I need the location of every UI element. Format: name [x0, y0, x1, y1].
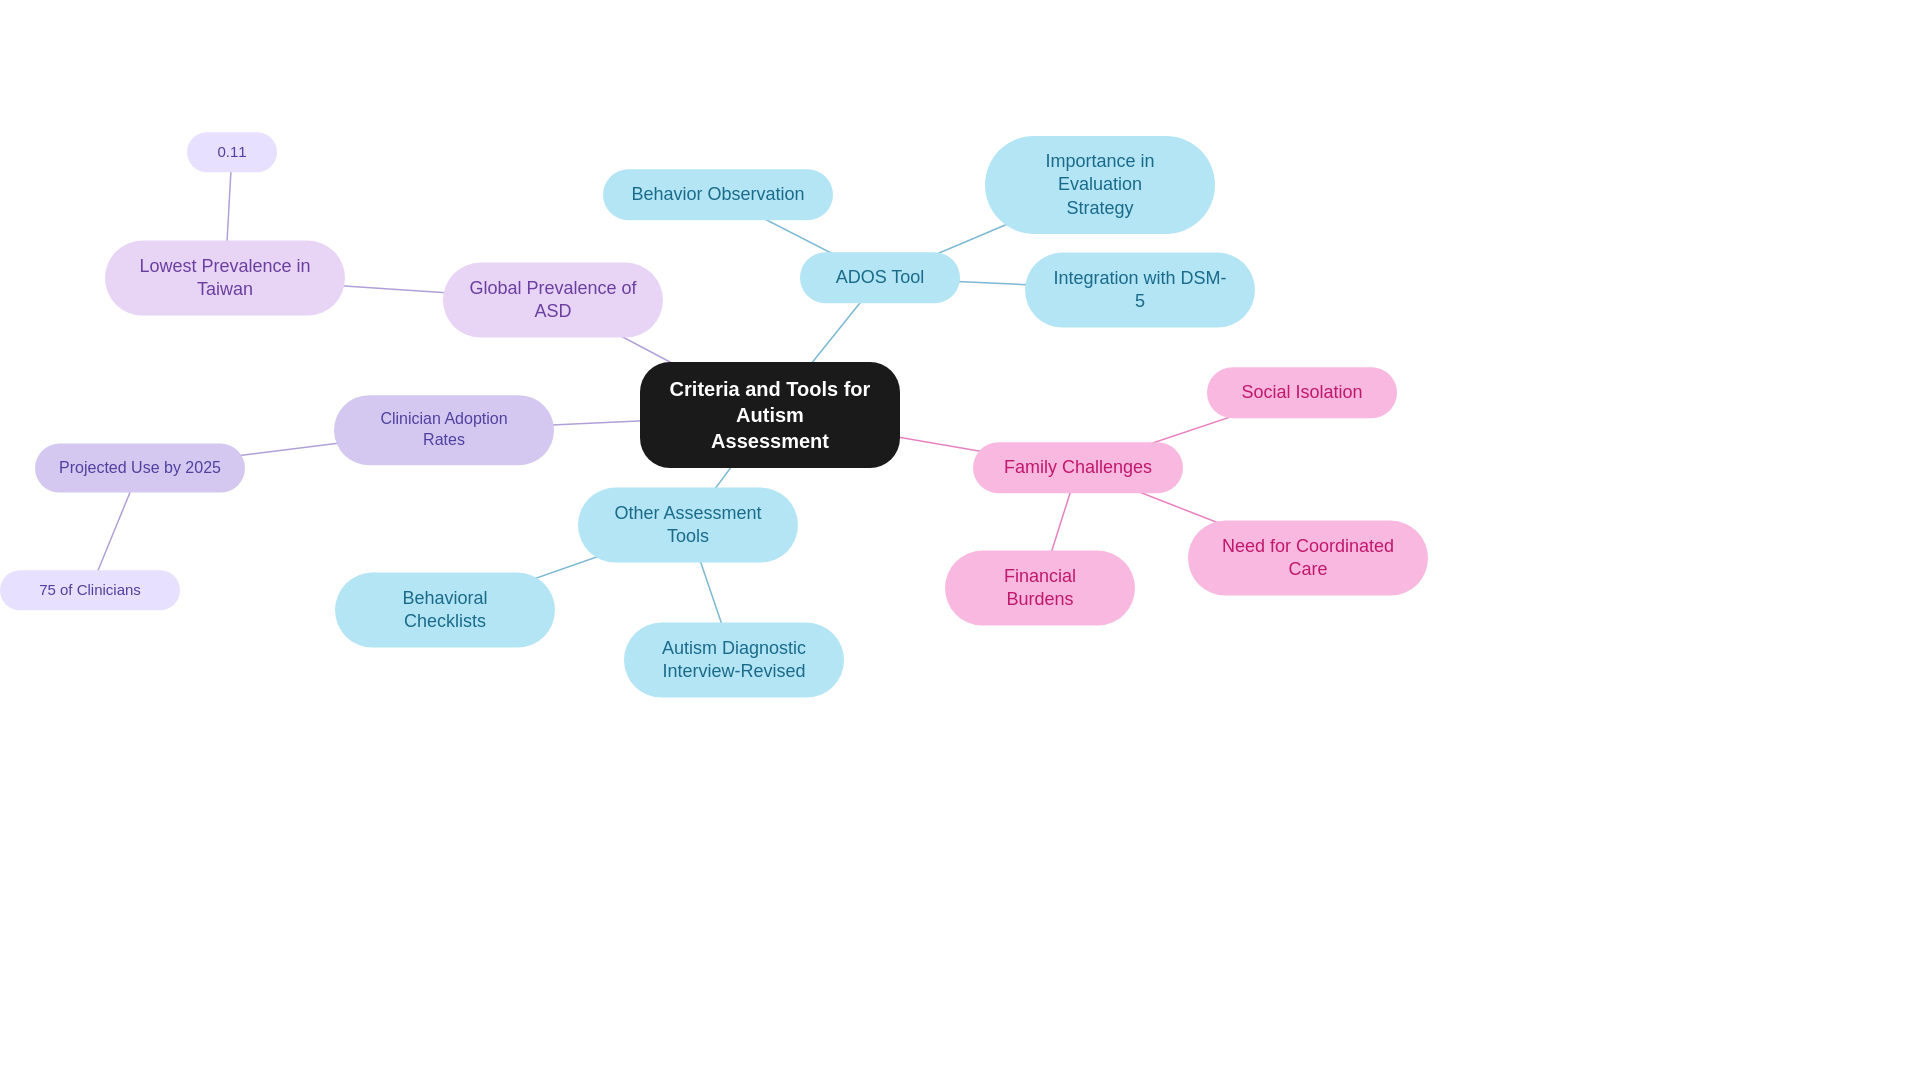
autism-diagnostic-label: Autism Diagnostic Interview-Revised [662, 637, 806, 684]
ados-tool-node[interactable]: ADOS Tool [800, 252, 960, 303]
other-assessment-node[interactable]: Other Assessment Tools [578, 488, 798, 563]
center-node[interactable]: Criteria and Tools for Autism Assessment [640, 362, 900, 468]
behavior-observation-node[interactable]: Behavior Observation [603, 169, 833, 220]
behavioral-checklists-node[interactable]: Behavioral Checklists [335, 573, 555, 648]
projected-use-label: Projected Use by 2025 [59, 458, 221, 479]
social-isolation-label: Social Isolation [1241, 381, 1362, 404]
importance-label: Importance in Evaluation Strategy [1009, 150, 1191, 220]
social-isolation-node[interactable]: Social Isolation [1207, 367, 1397, 418]
family-challenges-label: Family Challenges [1004, 456, 1152, 479]
value-011-node[interactable]: 0.11 [187, 132, 277, 172]
clinician-adoption-node[interactable]: Clinician Adoption Rates [334, 395, 554, 465]
ados-tool-label: ADOS Tool [836, 266, 925, 289]
75-clinicians-label: 75 of Clinicians [39, 580, 141, 600]
financial-burdens-node[interactable]: Financial Burdens [945, 551, 1135, 626]
75-clinicians-node[interactable]: 75 of Clinicians [0, 570, 180, 610]
need-coordinated-node[interactable]: Need for Coordinated Care [1188, 521, 1428, 596]
global-prevalence-node[interactable]: Global Prevalence of ASD [443, 263, 663, 338]
behavioral-checklists-label: Behavioral Checklists [359, 587, 531, 634]
behavior-observation-label: Behavior Observation [631, 183, 804, 206]
lowest-prevalence-label: Lowest Prevalence in Taiwan [129, 255, 321, 302]
integration-dsm-label: Integration with DSM-5 [1049, 267, 1231, 314]
center-label: Criteria and Tools for Autism Assessment [664, 376, 876, 454]
family-challenges-node[interactable]: Family Challenges [973, 442, 1183, 493]
need-coordinated-label: Need for Coordinated Care [1212, 535, 1404, 582]
financial-burdens-label: Financial Burdens [969, 565, 1111, 612]
clinician-adoption-label: Clinician Adoption Rates [358, 409, 530, 451]
importance-node[interactable]: Importance in Evaluation Strategy [985, 136, 1215, 234]
lowest-prevalence-node[interactable]: Lowest Prevalence in Taiwan [105, 241, 345, 316]
projected-use-node[interactable]: Projected Use by 2025 [35, 444, 245, 493]
other-assessment-label: Other Assessment Tools [602, 502, 774, 549]
autism-diagnostic-node[interactable]: Autism Diagnostic Interview-Revised [624, 623, 844, 698]
value-011-label: 0.11 [217, 142, 246, 162]
global-prevalence-label: Global Prevalence of ASD [467, 277, 639, 324]
integration-dsm-node[interactable]: Integration with DSM-5 [1025, 253, 1255, 328]
